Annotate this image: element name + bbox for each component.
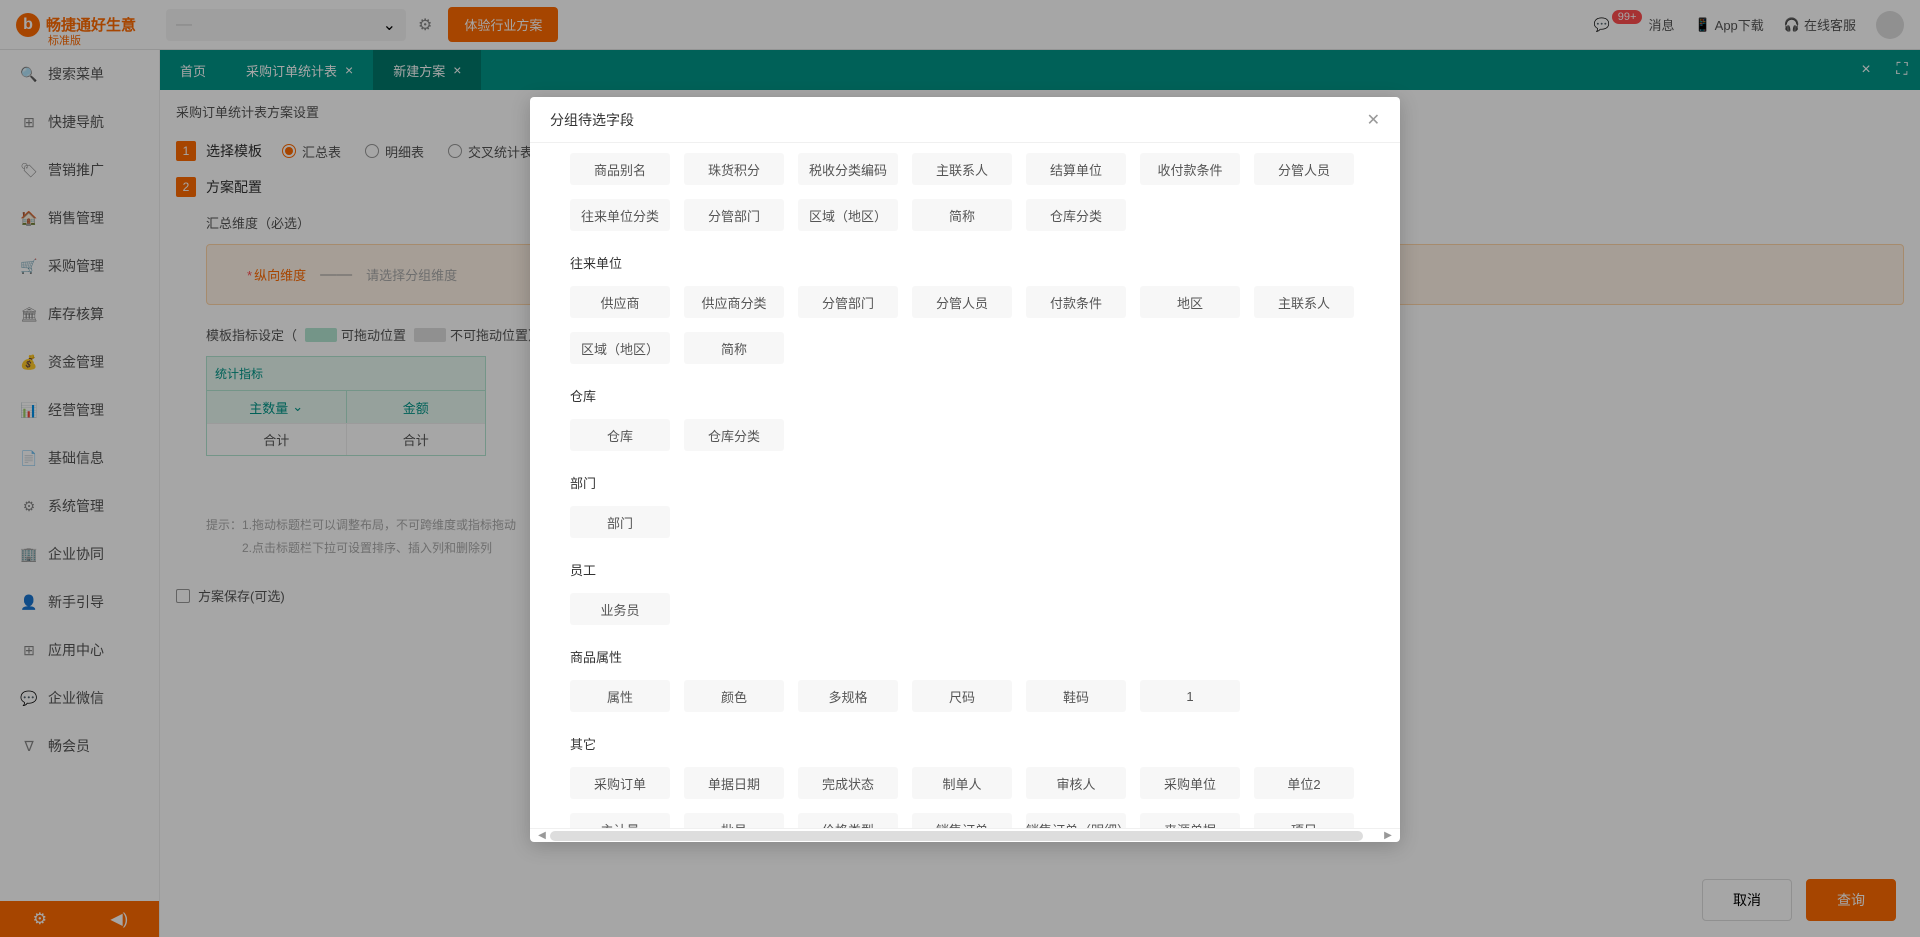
field-chip[interactable]: 业务员 bbox=[570, 593, 670, 625]
field-chip[interactable]: 仓库 bbox=[570, 419, 670, 451]
field-chip[interactable]: 部门 bbox=[570, 506, 670, 538]
field-group-title: 其它 bbox=[570, 734, 1360, 753]
field-chip[interactable]: 价格类型 bbox=[798, 813, 898, 828]
field-chip[interactable]: 尺码 bbox=[912, 680, 1012, 712]
field-chip[interactable]: 1 bbox=[1140, 680, 1240, 712]
field-select-modal: 分组待选字段 ✕ 商品别名珠货积分税收分类编码主联系人结算单位收付款条件分管人员… bbox=[530, 97, 1400, 842]
modal-body: 商品别名珠货积分税收分类编码主联系人结算单位收付款条件分管人员 往来单位分类分管… bbox=[530, 143, 1400, 828]
close-icon[interactable]: ✕ bbox=[1367, 110, 1380, 130]
field-chip[interactable]: 单位2 bbox=[1254, 767, 1354, 799]
field-chip[interactable]: 结算单位 bbox=[1026, 153, 1126, 185]
field-group-title: 往来单位 bbox=[570, 253, 1360, 272]
field-chip[interactable]: 采购订单 bbox=[570, 767, 670, 799]
field-chip[interactable]: 收付款条件 bbox=[1140, 153, 1240, 185]
scroll-thumb[interactable] bbox=[550, 831, 1363, 841]
field-group-title: 商品属性 bbox=[570, 647, 1360, 666]
field-chip[interactable]: 采购单位 bbox=[1140, 767, 1240, 799]
field-chip[interactable]: 分管人员 bbox=[1254, 153, 1354, 185]
field-chip[interactable]: 主联系人 bbox=[1254, 286, 1354, 318]
field-chip[interactable]: 主联系人 bbox=[912, 153, 1012, 185]
field-chip[interactable]: 供应商分类 bbox=[684, 286, 784, 318]
field-chip[interactable]: 来源单据 bbox=[1140, 813, 1240, 828]
field-chip[interactable]: 批号 bbox=[684, 813, 784, 828]
field-chip[interactable]: 项目 bbox=[1254, 813, 1354, 828]
field-chip[interactable]: 分管部门 bbox=[798, 286, 898, 318]
field-chip[interactable]: 区域（地区） bbox=[570, 332, 670, 364]
field-chip[interactable]: 完成状态 bbox=[798, 767, 898, 799]
field-chip[interactable]: 商品别名 bbox=[570, 153, 670, 185]
field-chip[interactable]: 珠货积分 bbox=[684, 153, 784, 185]
field-chip[interactable]: 销售订单（明细） bbox=[1026, 813, 1126, 828]
modal-hscrollbar[interactable]: ◀ ▶ bbox=[530, 828, 1400, 842]
scroll-right-icon[interactable]: ▶ bbox=[1382, 831, 1394, 841]
field-chip[interactable]: 制单人 bbox=[912, 767, 1012, 799]
modal-title: 分组待选字段 bbox=[550, 110, 634, 130]
field-chip[interactable]: 地区 bbox=[1140, 286, 1240, 318]
field-chip[interactable]: 区域（地区） bbox=[798, 199, 898, 231]
field-chip[interactable]: 仓库分类 bbox=[684, 419, 784, 451]
field-chip[interactable]: 主计量 bbox=[570, 813, 670, 828]
field-chip[interactable]: 仓库分类 bbox=[1026, 199, 1126, 231]
field-chip[interactable]: 供应商 bbox=[570, 286, 670, 318]
field-group-title: 仓库 bbox=[570, 386, 1360, 405]
field-chip[interactable]: 颜色 bbox=[684, 680, 784, 712]
field-chip[interactable]: 审核人 bbox=[1026, 767, 1126, 799]
scroll-track[interactable] bbox=[550, 831, 1380, 841]
scroll-left-icon[interactable]: ◀ bbox=[536, 831, 548, 841]
field-chip[interactable]: 税收分类编码 bbox=[798, 153, 898, 185]
field-chip[interactable]: 付款条件 bbox=[1026, 286, 1126, 318]
field-chip[interactable]: 鞋码 bbox=[1026, 680, 1126, 712]
field-chip[interactable]: 简称 bbox=[684, 332, 784, 364]
field-chip[interactable]: 单据日期 bbox=[684, 767, 784, 799]
field-chip[interactable]: 简称 bbox=[912, 199, 1012, 231]
field-chip[interactable]: 属性 bbox=[570, 680, 670, 712]
field-chip[interactable]: 多规格 bbox=[798, 680, 898, 712]
field-chip[interactable]: 销售订单 bbox=[912, 813, 1012, 828]
field-chip[interactable]: 分管人员 bbox=[912, 286, 1012, 318]
field-chip[interactable]: 分管部门 bbox=[684, 199, 784, 231]
modal-header: 分组待选字段 ✕ bbox=[530, 97, 1400, 143]
field-chip[interactable]: 往来单位分类 bbox=[570, 199, 670, 231]
field-group-title: 员工 bbox=[570, 560, 1360, 579]
field-group-title: 部门 bbox=[570, 473, 1360, 492]
